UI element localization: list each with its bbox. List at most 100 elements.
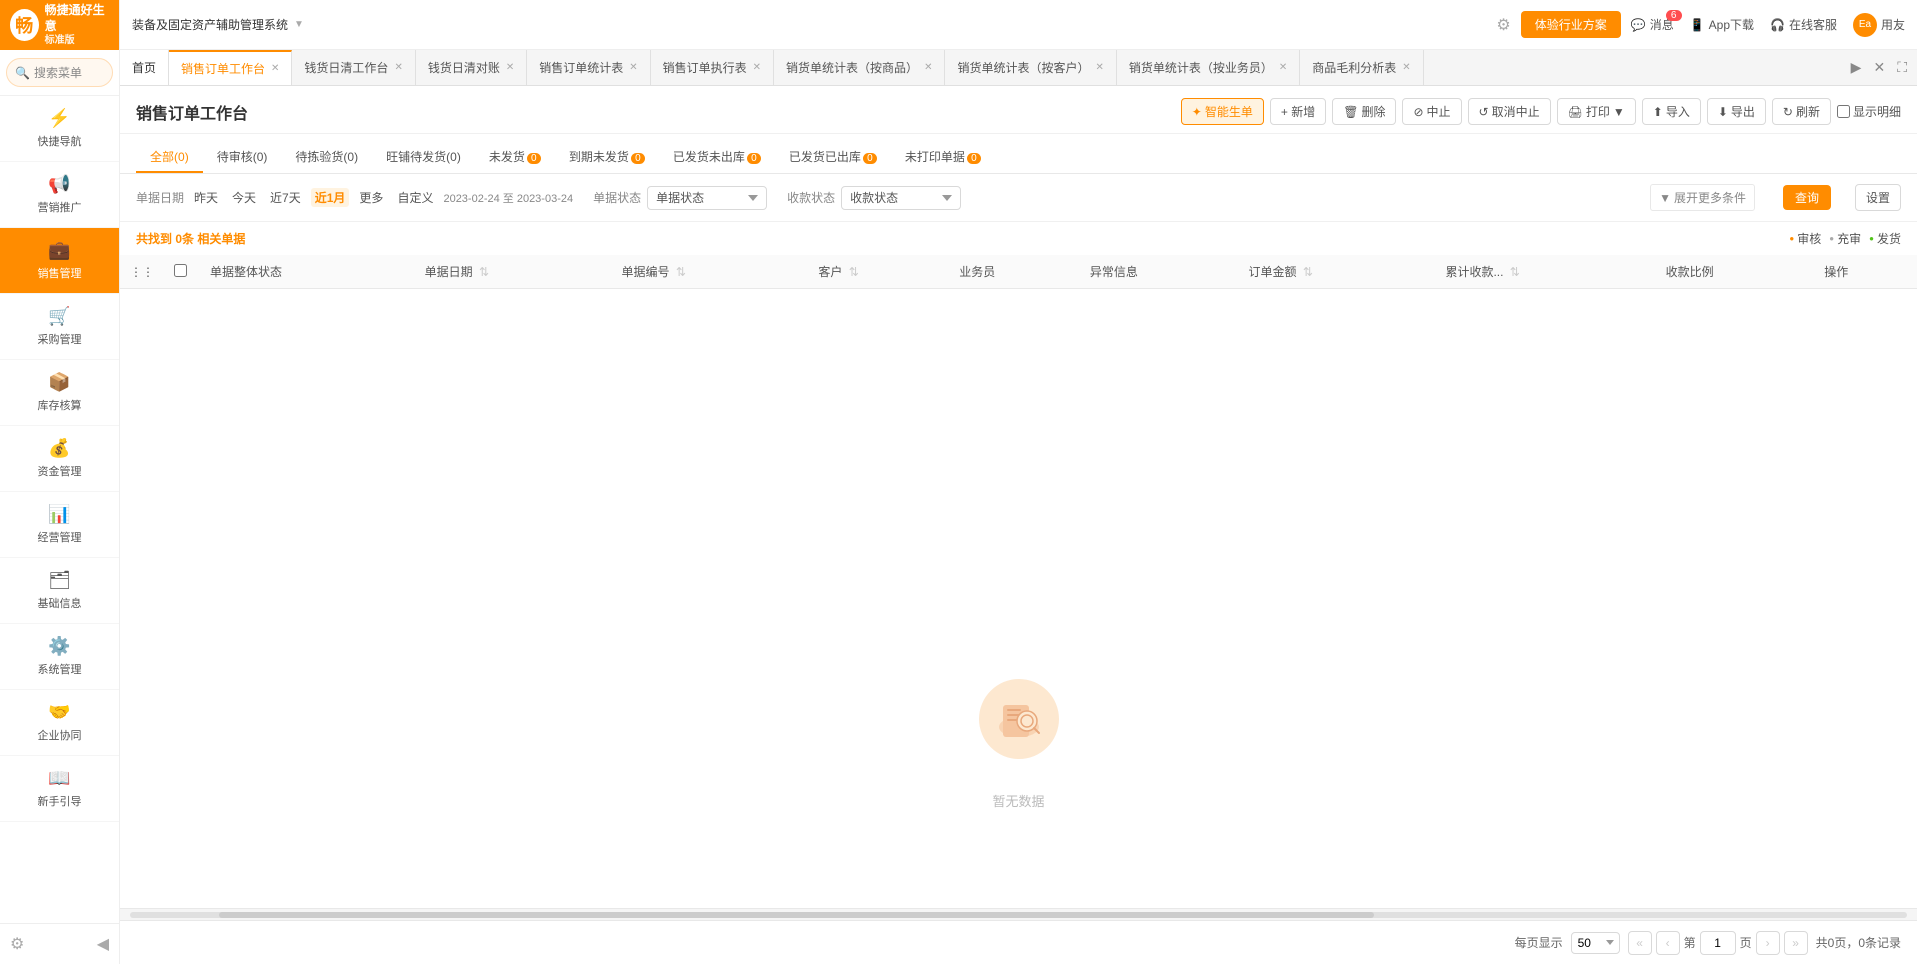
tab-close-icon[interactable]: ✕	[271, 63, 279, 74]
settings-filter-button[interactable]: 设置	[1855, 184, 1901, 211]
date-opt-yesterday[interactable]: 昨天	[190, 187, 222, 208]
tab-close-icon[interactable]: ✕	[1095, 62, 1103, 73]
user-menu[interactable]: Ea 用友	[1853, 13, 1905, 37]
date-opt-last1month[interactable]: 近1月	[311, 188, 350, 207]
scrollbar-thumb[interactable]	[219, 912, 1374, 918]
message-button[interactable]: 💬 消息 6	[1631, 16, 1674, 33]
ai-generate-button[interactable]: ✦ 智能生单	[1181, 98, 1264, 125]
subtab-shipped-out[interactable]: 已发货已出库0	[775, 142, 891, 173]
th-amount[interactable]: 订单金额 ⇅	[1239, 255, 1436, 289]
print-dropdown-icon[interactable]: ▼	[1613, 105, 1625, 119]
th-abnormal[interactable]: 异常信息	[1080, 255, 1239, 289]
th-status[interactable]: 单据整体状态	[200, 255, 415, 289]
subtab-all[interactable]: 全部(0)	[136, 142, 203, 173]
show-detail-checkbox-label[interactable]: 显示明细	[1837, 103, 1901, 120]
status-select[interactable]: 单据状态	[647, 186, 767, 210]
tab-close-icon[interactable]: ✕	[753, 62, 761, 73]
th-ratio[interactable]: 收款比例	[1656, 255, 1815, 289]
sort-icon[interactable]: ⇅	[479, 265, 489, 279]
subtab-shipped-not-out[interactable]: 已发货未出库0	[659, 142, 775, 173]
tab-close-all-icon[interactable]: ✕	[1869, 57, 1889, 78]
tab-cash-daily[interactable]: 钱货日清工作台 ✕	[292, 50, 415, 85]
query-button[interactable]: 查询	[1783, 185, 1831, 210]
cancel-pause-button[interactable]: ↺ 取消中止	[1468, 98, 1551, 125]
app-download-button[interactable]: 📱 App下载	[1690, 16, 1754, 33]
date-opt-last7days[interactable]: 近7天	[266, 187, 305, 208]
select-all-checkbox[interactable]	[174, 264, 187, 277]
date-opt-more[interactable]: 更多	[355, 187, 387, 208]
search-menu-button[interactable]: 🔍 搜索菜单	[6, 58, 113, 87]
tab-close-icon[interactable]: ✕	[506, 62, 514, 73]
subtab-wangpu-pending[interactable]: 旺铺待发货(0)	[372, 142, 475, 173]
delete-button[interactable]: 🗑 删除	[1332, 98, 1396, 125]
export-button[interactable]: ⬇ 导出	[1707, 98, 1766, 125]
tab-close-icon[interactable]: ✕	[629, 62, 637, 73]
sort-icon[interactable]: ⇅	[849, 265, 859, 279]
sidebar-item-operation[interactable]: 📊 经营管理	[0, 492, 119, 558]
payment-select[interactable]: 收款状态	[841, 186, 961, 210]
th-date[interactable]: 单据日期 ⇅	[415, 255, 612, 289]
tab-close-icon[interactable]: ✕	[1279, 62, 1287, 73]
cancel-review-action[interactable]: 充审	[1829, 230, 1861, 247]
horizontal-scrollbar[interactable]	[120, 908, 1917, 920]
show-detail-checkbox[interactable]	[1837, 105, 1850, 118]
tab-cash-reconcile[interactable]: 钱货日清对账 ✕	[416, 50, 527, 85]
page-input[interactable]	[1700, 931, 1736, 955]
ship-action[interactable]: 发货	[1869, 230, 1901, 247]
tab-close-icon[interactable]: ✕	[924, 62, 932, 73]
settings-bottom-icon[interactable]: ⚙	[10, 934, 24, 954]
per-page-select[interactable]: 50 20 100	[1571, 932, 1620, 954]
sidebar-item-inventory[interactable]: 📦 库存核算	[0, 360, 119, 426]
tab-sales-exec[interactable]: 销售订单执行表 ✕	[651, 50, 774, 85]
print-button[interactable]: 🖨 打印 ▼	[1557, 98, 1636, 125]
sort-icon[interactable]: ⇅	[1303, 265, 1313, 279]
last-page-button[interactable]: »	[1784, 931, 1808, 955]
scrollbar-track[interactable]	[130, 912, 1907, 918]
date-opt-custom[interactable]: 自定义	[393, 187, 437, 208]
tab-home[interactable]: 首页	[120, 50, 169, 85]
th-checkbox[interactable]	[164, 255, 200, 289]
subtab-not-shipped[interactable]: 未发货0	[475, 142, 555, 173]
tab-scroll-right-icon[interactable]: ▶	[1847, 57, 1866, 78]
tab-product-margin[interactable]: 商品毛利分析表 ✕	[1300, 50, 1423, 85]
sort-icon[interactable]: ⇅	[1510, 265, 1520, 279]
subtab-pending-review[interactable]: 待审核(0)	[203, 142, 282, 173]
pause-button[interactable]: ⊘ 中止	[1402, 98, 1461, 125]
sidebar-item-collab[interactable]: 🤝 企业协同	[0, 690, 119, 756]
new-button[interactable]: + 新增	[1270, 98, 1326, 125]
sidebar-item-system[interactable]: ⚙️ 系统管理	[0, 624, 119, 690]
review-action[interactable]: 审核	[1789, 230, 1821, 247]
th-customer[interactable]: 客户 ⇅	[808, 255, 949, 289]
tab-maximize-icon[interactable]: ⛶	[1893, 57, 1911, 78]
sidebar-item-quicknav[interactable]: ⚡ 快捷导航	[0, 96, 119, 162]
tab-sales-summary-product[interactable]: 销货单统计表（按商品） ✕	[774, 50, 945, 85]
prev-page-button[interactable]: ‹	[1656, 931, 1680, 955]
industry-solution-button[interactable]: 体验行业方案	[1521, 11, 1621, 38]
subtab-pending-inspect[interactable]: 待拣验货(0)	[281, 142, 372, 173]
th-collected[interactable]: 累计收款... ⇅	[1435, 255, 1655, 289]
sidebar-item-finance[interactable]: 💰 资金管理	[0, 426, 119, 492]
expand-filter-button[interactable]: ▼ 展开更多条件	[1650, 184, 1755, 211]
tab-sales-stat[interactable]: 销售订单统计表 ✕	[527, 50, 650, 85]
sidebar-item-basic[interactable]: 🗂 基础信息	[0, 558, 119, 624]
dropdown-arrow-icon[interactable]: ▼	[294, 19, 304, 30]
sidebar-item-marketing[interactable]: 📢 营销推广	[0, 162, 119, 228]
refresh-button[interactable]: ↻ 刷新	[1772, 98, 1831, 125]
subtab-overdue-not-shipped[interactable]: 到期未发货0	[555, 142, 659, 173]
settings-icon[interactable]: ⚙	[1496, 15, 1510, 35]
tab-sales-workbench[interactable]: 销售订单工作台 ✕	[169, 50, 292, 85]
collapse-sidebar-icon[interactable]: ◀	[97, 934, 109, 954]
sidebar-item-purchase[interactable]: 🛒 采购管理	[0, 294, 119, 360]
th-staff[interactable]: 业务员	[949, 255, 1080, 289]
subtab-not-printed[interactable]: 未打印单据0	[891, 142, 995, 173]
first-page-button[interactable]: «	[1628, 931, 1652, 955]
tab-close-icon[interactable]: ✕	[394, 62, 402, 73]
sidebar-item-sales[interactable]: 💼 销售管理	[0, 228, 119, 294]
next-page-button[interactable]: ›	[1756, 931, 1780, 955]
tab-sales-summary-customer[interactable]: 销货单统计表（按客户） ✕	[945, 50, 1116, 85]
online-service-button[interactable]: 🎧 在线客服	[1770, 16, 1837, 33]
sort-icon[interactable]: ⇅	[676, 265, 686, 279]
import-button[interactable]: ⬆ 导入	[1642, 98, 1701, 125]
date-opt-today[interactable]: 今天	[228, 187, 260, 208]
sidebar-item-guide[interactable]: 📖 新手引导	[0, 756, 119, 822]
